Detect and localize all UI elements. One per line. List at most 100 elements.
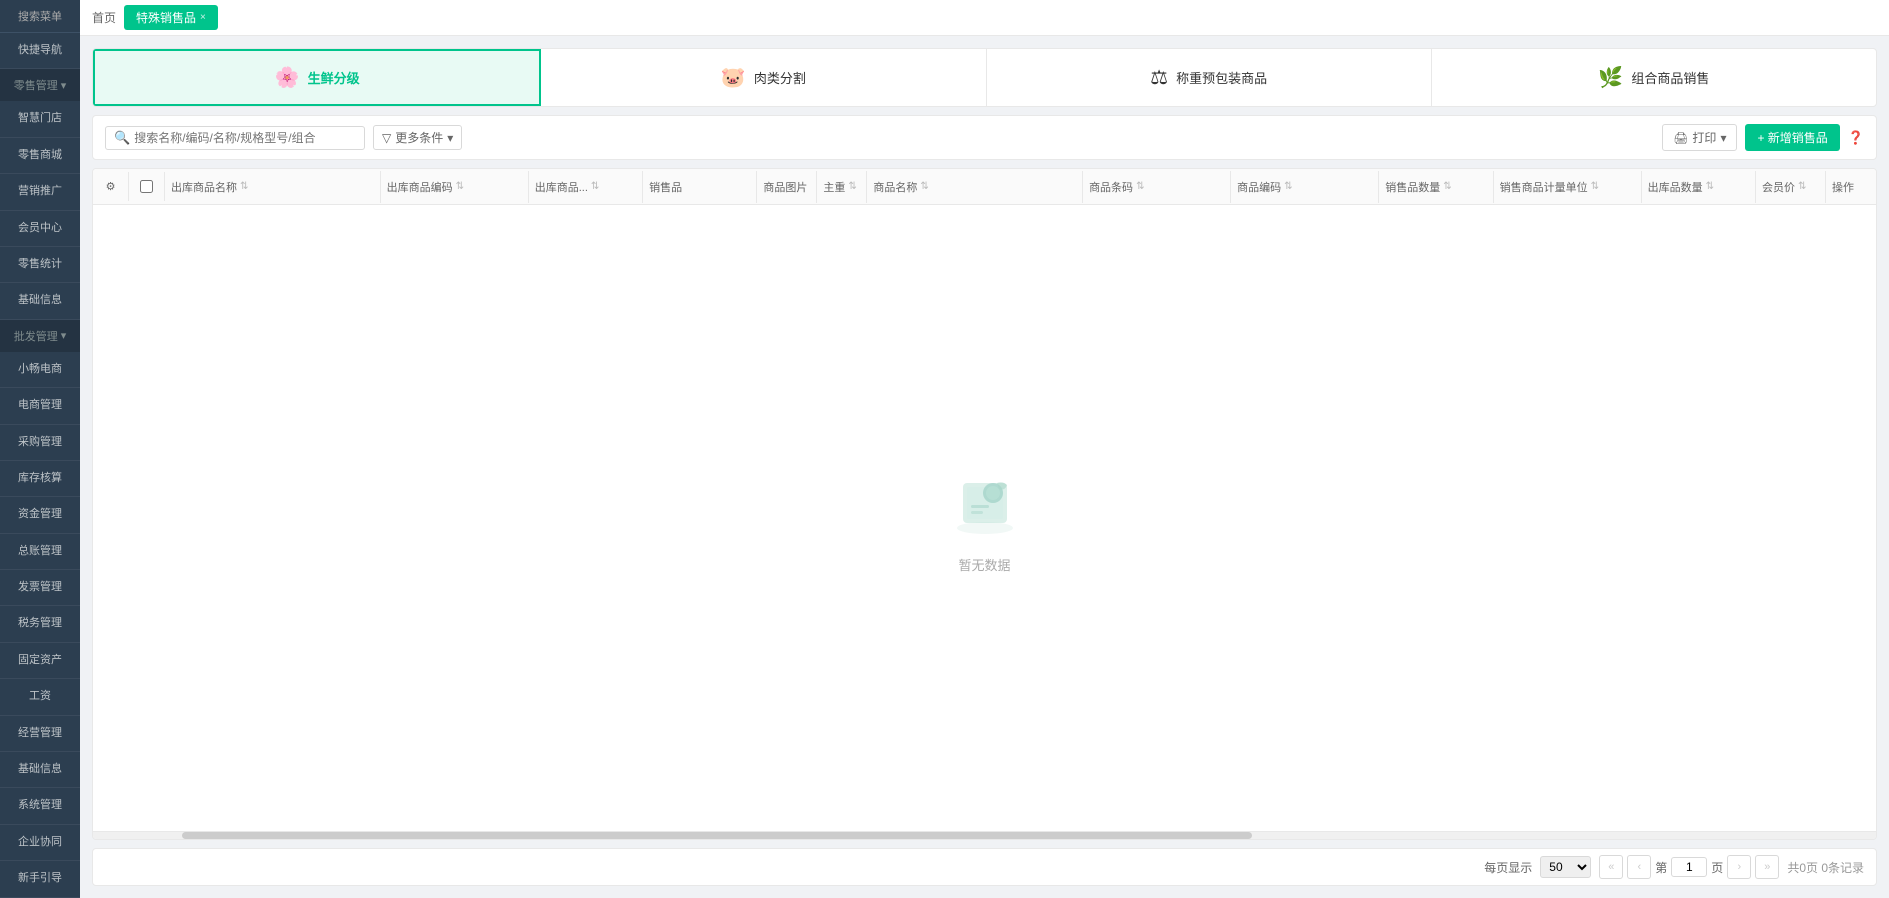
sidebar-item-new-guide[interactable]: 新手引导	[0, 861, 80, 897]
print-button[interactable]: 🖨 打印 ▾	[1662, 124, 1737, 151]
empty-illustration	[945, 463, 1025, 543]
last-page-button[interactable]: »	[1755, 855, 1779, 879]
active-tab-label: 特殊销售品	[136, 9, 196, 26]
sidebar-item-retail-mall[interactable]: 零售商城	[0, 138, 80, 174]
sort-icon[interactable]: ⇅	[1284, 181, 1292, 192]
sidebar-item-retail-stats[interactable]: 零售统计	[0, 247, 80, 283]
th-out-qty: 出库品数量 ⇅	[1642, 171, 1756, 203]
chevron-down-icon: ▾	[447, 131, 453, 145]
sidebar-item-payroll[interactable]: 工资	[0, 679, 80, 715]
sidebar-item-retail-mgmt[interactable]: 零售管理 ▾	[0, 69, 80, 101]
sidebar-item-purchase-mgmt[interactable]: 采购管理	[0, 425, 80, 461]
sort-icon[interactable]: ⇅	[1706, 181, 1714, 192]
sidebar-item-marketing[interactable]: 营销推广	[0, 174, 80, 210]
tab-combo-label: 组合商品销售	[1631, 68, 1709, 87]
search-input[interactable]	[134, 131, 354, 145]
tab-meat-cut-label: 肉类分割	[754, 68, 806, 87]
th-out-product-name: 出库商品名称 ⇅	[165, 171, 381, 203]
sort-icon[interactable]: ⇅	[848, 181, 856, 192]
toolbar-right: 🖨 打印 ▾ + 新增销售品 ❓	[1662, 124, 1864, 151]
help-icon[interactable]: ❓	[1848, 130, 1864, 146]
sidebar-item-ops-mgmt[interactable]: 经营管理	[0, 716, 80, 752]
next-page-button[interactable]: ›	[1727, 855, 1751, 879]
settings-icon: ⚙	[106, 180, 116, 193]
search-icon: 🔍	[114, 130, 130, 146]
add-sale-item-button[interactable]: + 新增销售品	[1745, 124, 1839, 151]
th-out-product-code: 出库商品编码 ⇅	[381, 171, 529, 203]
tab-weigh-label: 称重预包装商品	[1176, 68, 1267, 87]
data-table: ⚙ 出库商品名称 ⇅ 出库商品编码 ⇅ 出库商品... ⇅	[92, 168, 1877, 840]
th-sale-product: 销售品	[643, 171, 757, 203]
sidebar-item-wholesale-mgmt[interactable]: 批发管理 ▾	[0, 320, 80, 352]
th-settings[interactable]: ⚙	[93, 172, 129, 201]
combo-icon: 🌿	[1598, 65, 1623, 90]
sidebar-item-basic-info2[interactable]: 基础信息	[0, 752, 80, 788]
th-member-price: 会员价 ⇅	[1756, 171, 1826, 203]
filter-label: 更多条件	[395, 129, 443, 146]
page-unit: 页	[1711, 859, 1723, 876]
sort-icon[interactable]: ⇅	[1591, 181, 1599, 192]
select-all-checkbox[interactable]	[140, 180, 153, 193]
printer-icon: 🖨	[1673, 131, 1688, 145]
th-out-product-short: 出库商品... ⇅	[529, 171, 643, 203]
sidebar-item-general-ledger[interactable]: 总账管理	[0, 534, 80, 570]
type-tabs: 🌸 生鲜分级 🐷 肉类分割 ⚖ 称重预包装商品 🌿 组合商品销售	[92, 48, 1877, 107]
filter-button[interactable]: ▽ 更多条件 ▾	[373, 125, 462, 150]
sidebar-item-tax-mgmt[interactable]: 税务管理	[0, 606, 80, 642]
horizontal-scrollbar[interactable]	[93, 831, 1876, 839]
meat-cut-icon: 🐷	[721, 65, 746, 90]
filter-icon: ▽	[382, 131, 391, 145]
toolbar-left: 🔍 ▽ 更多条件 ▾	[105, 125, 462, 150]
sidebar-item-mini-ecom[interactable]: 小畅电商	[0, 352, 80, 388]
sort-icon[interactable]: ⇅	[1443, 181, 1451, 192]
sidebar-item-capital-mgmt[interactable]: 资金管理	[0, 497, 80, 533]
active-tab[interactable]: 特殊销售品 ×	[124, 5, 218, 30]
sidebar-item-inventory[interactable]: 库存核算	[0, 461, 80, 497]
th-product-code: 商品编码 ⇅	[1231, 171, 1379, 203]
sidebar-item-quick-nav[interactable]: 快捷导航	[0, 33, 80, 69]
sidebar: 搜索菜单 快捷导航 零售管理 ▾ 智慧门店 零售商城 营销推广 会员中心 零售统…	[0, 0, 80, 898]
fresh-grade-icon: 🌸	[275, 65, 300, 90]
tab-meat-cut[interactable]: 🐷 肉类分割	[541, 49, 986, 106]
home-link[interactable]: 首页	[92, 9, 116, 26]
sidebar-item-smart-store[interactable]: 智慧门店	[0, 101, 80, 137]
sidebar-item-member-center[interactable]: 会员中心	[0, 211, 80, 247]
sort-icon[interactable]: ⇅	[591, 181, 599, 192]
sidebar-item-fixed-assets[interactable]: 固定资产	[0, 643, 80, 679]
per-page-label: 每页显示	[1484, 859, 1532, 876]
th-sale-unit: 销售商品计量单位 ⇅	[1494, 171, 1642, 203]
tab-fresh-grade[interactable]: 🌸 生鲜分级	[93, 49, 541, 106]
table-header: ⚙ 出库商品名称 ⇅ 出库商品编码 ⇅ 出库商品... ⇅	[93, 169, 1876, 205]
main-area: 首页 特殊销售品 × 🌸 生鲜分级 🐷 肉类分割 ⚖ 称重预包装商品 🌿 组合商…	[80, 0, 1889, 898]
prev-page-button[interactable]: ‹	[1627, 855, 1651, 879]
th-checkbox[interactable]	[129, 172, 165, 201]
page-input[interactable]	[1671, 857, 1707, 877]
sort-icon[interactable]: ⇅	[1136, 181, 1144, 192]
sidebar-search[interactable]: 搜索菜单	[0, 0, 80, 33]
page-navigation: « ‹ 第 页 › »	[1599, 855, 1779, 879]
sidebar-item-sys-mgmt[interactable]: 系统管理	[0, 788, 80, 824]
scrollbar-thumb[interactable]	[182, 832, 1252, 839]
first-page-button[interactable]: «	[1599, 855, 1623, 879]
sort-icon[interactable]: ⇅	[1798, 181, 1806, 192]
th-barcode: 商品条码 ⇅	[1083, 171, 1231, 203]
close-tab-icon[interactable]: ×	[200, 12, 206, 23]
total-count: 共0页 0条记录	[1787, 859, 1864, 876]
th-product-img: 商品图片	[757, 171, 817, 203]
pagination-bar: 每页显示 50 10 20 100 « ‹ 第 页 › » 共0页 0条记录	[92, 848, 1877, 886]
sidebar-item-basic-info[interactable]: 基础信息	[0, 283, 80, 319]
tab-combo-sale[interactable]: 🌿 组合商品销售	[1432, 49, 1876, 106]
sort-icon[interactable]: ⇅	[456, 181, 464, 192]
sort-icon[interactable]: ⇅	[240, 181, 248, 192]
search-box[interactable]: 🔍	[105, 126, 365, 150]
page-label-pre: 第	[1655, 859, 1667, 876]
sidebar-item-invoice-mgmt[interactable]: 发票管理	[0, 570, 80, 606]
sort-icon[interactable]: ⇅	[920, 181, 928, 192]
sidebar-item-corp-coop[interactable]: 企业协同	[0, 825, 80, 861]
tab-fresh-grade-label: 生鲜分级	[308, 68, 360, 87]
th-sale-qty: 销售品数量 ⇅	[1379, 171, 1493, 203]
per-page-select[interactable]: 50 10 20 100	[1540, 856, 1591, 878]
sidebar-item-ecom-mgmt[interactable]: 电商管理	[0, 388, 80, 424]
tab-weigh-prepack[interactable]: ⚖ 称重预包装商品	[987, 49, 1432, 106]
empty-text: 暂无数据	[958, 555, 1010, 574]
